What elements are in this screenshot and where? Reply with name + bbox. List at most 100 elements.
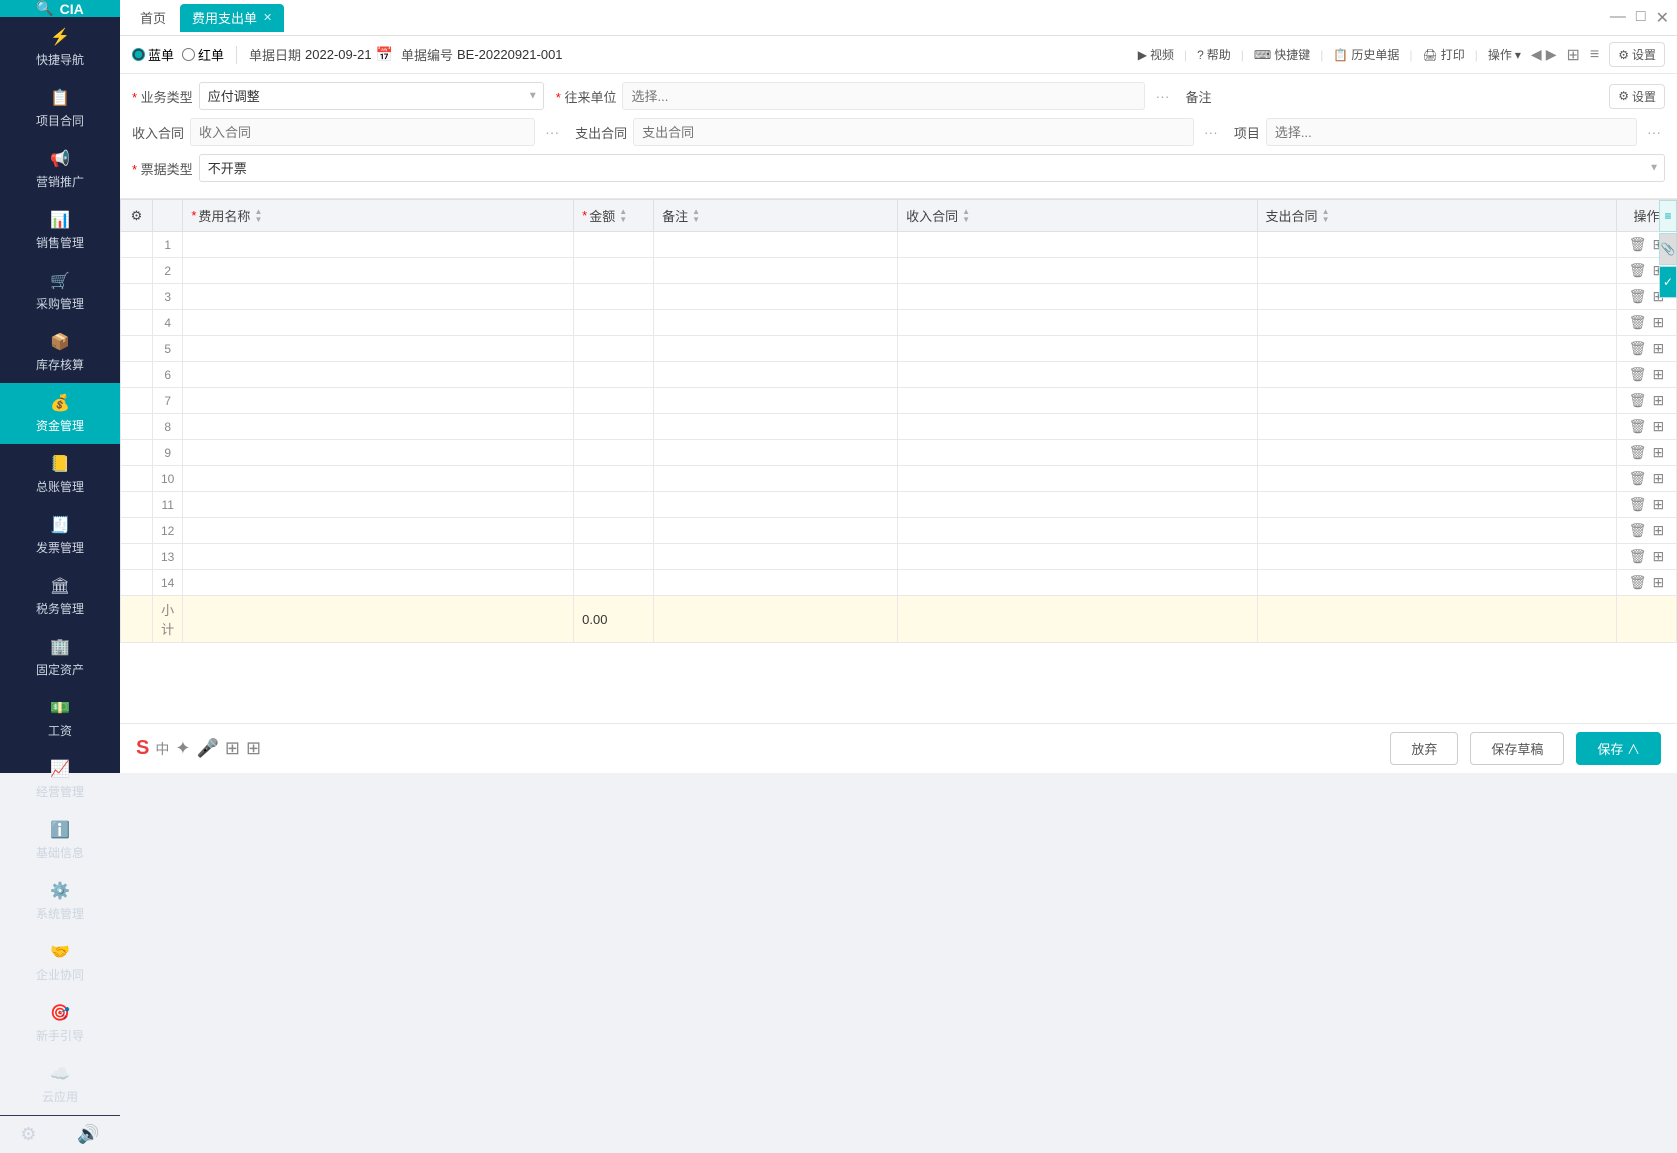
row-3-expense-contract[interactable] bbox=[1257, 284, 1616, 310]
row-3-income-contract[interactable] bbox=[898, 284, 1257, 310]
row-10-expense-contract[interactable] bbox=[1257, 466, 1616, 492]
row-10-amount[interactable] bbox=[574, 466, 654, 492]
minimize-button[interactable]: — bbox=[1610, 8, 1626, 28]
row-5-income-contract[interactable] bbox=[898, 336, 1257, 362]
row-6-income-contract[interactable] bbox=[898, 362, 1257, 388]
tab-close-expense-voucher[interactable]: ✕ bbox=[263, 11, 272, 24]
save-button[interactable]: 保存 ∧ bbox=[1576, 732, 1661, 765]
row-11-expense-name[interactable] bbox=[183, 492, 574, 518]
sidebar-item-basic-info[interactable]: ℹ️ 基础信息 bbox=[0, 810, 120, 871]
row-7-expense-name[interactable] bbox=[183, 388, 574, 414]
sidebar-item-quick-nav[interactable]: ⚡ 快捷导航 bbox=[0, 17, 120, 78]
row-4-delete-icon[interactable]: 🗑 bbox=[1629, 314, 1647, 331]
sidebar-item-ops-mgmt[interactable]: 📈 经营管理 bbox=[0, 749, 120, 810]
row-7-delete-icon[interactable]: 🗑 bbox=[1629, 392, 1647, 409]
row-1-delete-icon[interactable]: 🗑 bbox=[1629, 236, 1647, 253]
row-13-delete-icon[interactable]: 🗑 bbox=[1629, 548, 1647, 565]
prev-arrow[interactable]: ◀ bbox=[1531, 46, 1542, 63]
row-6-delete-icon[interactable]: 🗑 bbox=[1629, 366, 1647, 383]
blue-doc-input[interactable] bbox=[132, 48, 145, 61]
income-contract-more-icon[interactable]: ··· bbox=[541, 124, 563, 140]
help-button[interactable]: ? 帮助 bbox=[1197, 46, 1231, 63]
tab-home[interactable]: 首页 bbox=[128, 4, 178, 32]
row-8-expense-contract[interactable] bbox=[1257, 414, 1616, 440]
row-6-expense-contract[interactable] bbox=[1257, 362, 1616, 388]
row-5-expense-contract[interactable] bbox=[1257, 336, 1616, 362]
list-view-icon[interactable]: ≡ bbox=[1590, 46, 1599, 64]
row-12-expense-name[interactable] bbox=[183, 518, 574, 544]
row-7-note[interactable] bbox=[654, 388, 898, 414]
row-13-income-contract[interactable] bbox=[898, 544, 1257, 570]
sidebar-item-tax-mgmt[interactable]: 🏛 税务管理 bbox=[0, 566, 120, 627]
invoice-type-select[interactable]: 不开票 bbox=[199, 154, 1665, 182]
sidebar-item-new-user-guide[interactable]: 🎯 新手引导 bbox=[0, 993, 120, 1054]
row-10-income-contract[interactable] bbox=[898, 466, 1257, 492]
row-1-note[interactable] bbox=[654, 232, 898, 258]
row-13-expense-contract[interactable] bbox=[1257, 544, 1616, 570]
row-13-amount[interactable] bbox=[574, 544, 654, 570]
row-11-amount[interactable] bbox=[574, 492, 654, 518]
partner-more-icon[interactable]: ··· bbox=[1151, 88, 1173, 104]
right-panel-btn-2[interactable]: 📎 bbox=[1659, 233, 1677, 265]
row-10-delete-icon[interactable]: 🗑 bbox=[1629, 470, 1647, 487]
row-5-delete-icon[interactable]: 🗑 bbox=[1629, 340, 1647, 357]
row-6-amount[interactable] bbox=[574, 362, 654, 388]
income-contract-input[interactable] bbox=[190, 118, 535, 146]
grid-view-icon[interactable]: ⊞ bbox=[1566, 45, 1579, 65]
row-12-income-contract[interactable] bbox=[898, 518, 1257, 544]
sidebar-item-salary[interactable]: 💵 工资 bbox=[0, 688, 120, 749]
sort-amount-icon[interactable]: ▲▼ bbox=[619, 208, 627, 224]
row-2-amount[interactable] bbox=[574, 258, 654, 284]
row-11-copy-icon[interactable]: ⊞ bbox=[1653, 496, 1665, 513]
row-14-income-contract[interactable] bbox=[898, 570, 1257, 596]
print-button[interactable]: 🖨 打印 bbox=[1422, 46, 1464, 63]
row-7-copy-icon[interactable]: ⊞ bbox=[1653, 392, 1665, 409]
row-4-income-contract[interactable] bbox=[898, 310, 1257, 336]
row-10-expense-name[interactable] bbox=[183, 466, 574, 492]
row-9-expense-contract[interactable] bbox=[1257, 440, 1616, 466]
row-9-amount[interactable] bbox=[574, 440, 654, 466]
row-9-note[interactable] bbox=[654, 440, 898, 466]
row-4-note[interactable] bbox=[654, 310, 898, 336]
row-8-copy-icon[interactable]: ⊞ bbox=[1653, 418, 1665, 435]
maximize-button[interactable]: □ bbox=[1636, 8, 1646, 28]
row-13-expense-name[interactable] bbox=[183, 544, 574, 570]
row-1-expense-name[interactable] bbox=[183, 232, 574, 258]
row-14-copy-icon[interactable]: ⊞ bbox=[1653, 574, 1665, 591]
row-1-expense-contract[interactable] bbox=[1257, 232, 1616, 258]
row-14-note[interactable] bbox=[654, 570, 898, 596]
row-5-amount[interactable] bbox=[574, 336, 654, 362]
sidebar-item-inventory-calc[interactable]: 📦 库存核算 bbox=[0, 322, 120, 383]
row-7-income-contract[interactable] bbox=[898, 388, 1257, 414]
history-button[interactable]: 📋 历史单据 bbox=[1333, 46, 1399, 63]
row-4-expense-contract[interactable] bbox=[1257, 310, 1616, 336]
video-button[interactable]: ▶ 视频 bbox=[1138, 46, 1174, 63]
row-7-expense-contract[interactable] bbox=[1257, 388, 1616, 414]
row-3-delete-icon[interactable]: 🗑 bbox=[1629, 288, 1647, 305]
action-button[interactable]: 操作 ▾ bbox=[1488, 46, 1521, 63]
save-draft-button[interactable]: 保存草稿 bbox=[1470, 732, 1564, 765]
next-arrow[interactable]: ▶ bbox=[1546, 46, 1557, 63]
row-14-expense-name[interactable] bbox=[183, 570, 574, 596]
row-11-expense-contract[interactable] bbox=[1257, 492, 1616, 518]
sort-income-icon[interactable]: ▲▼ bbox=[962, 208, 970, 224]
row-5-copy-icon[interactable]: ⊞ bbox=[1653, 340, 1665, 357]
sidebar-item-invoice-mgmt[interactable]: 🧾 发票管理 bbox=[0, 505, 120, 566]
expense-contract-more-icon[interactable]: ··· bbox=[1200, 124, 1222, 140]
row-8-amount[interactable] bbox=[574, 414, 654, 440]
row-5-expense-name[interactable] bbox=[183, 336, 574, 362]
row-6-copy-icon[interactable]: ⊞ bbox=[1653, 366, 1665, 383]
row-3-expense-name[interactable] bbox=[183, 284, 574, 310]
row-2-note[interactable] bbox=[654, 258, 898, 284]
right-panel-btn-1[interactable]: ≡ bbox=[1659, 200, 1677, 232]
project-input[interactable] bbox=[1266, 118, 1637, 146]
blue-doc-radio[interactable]: 蓝单 bbox=[132, 45, 174, 64]
sidebar-item-purchase-mgmt[interactable]: 🛒 采购管理 bbox=[0, 261, 120, 322]
row-12-expense-contract[interactable] bbox=[1257, 518, 1616, 544]
biz-type-select[interactable]: 应付调整 bbox=[199, 82, 544, 110]
volume-icon[interactable]: 🔊 bbox=[77, 1124, 99, 1145]
row-2-expense-contract[interactable] bbox=[1257, 258, 1616, 284]
row-10-copy-icon[interactable]: ⊞ bbox=[1653, 470, 1665, 487]
row-12-copy-icon[interactable]: ⊞ bbox=[1653, 522, 1665, 539]
row-1-income-contract[interactable] bbox=[898, 232, 1257, 258]
